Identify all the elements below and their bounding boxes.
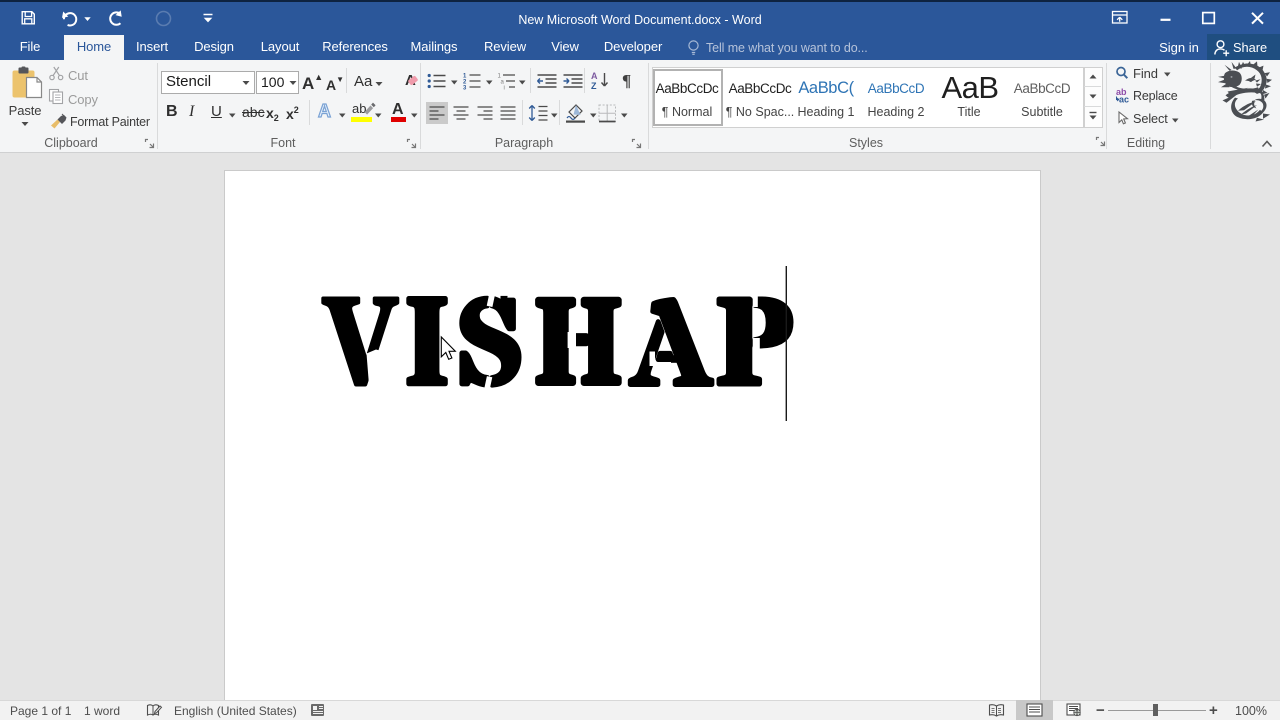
svg-text:ac: ac xyxy=(1119,95,1129,105)
svg-text:Z: Z xyxy=(591,81,597,91)
svg-text:A: A xyxy=(591,71,598,81)
svg-text:i: i xyxy=(504,86,505,92)
